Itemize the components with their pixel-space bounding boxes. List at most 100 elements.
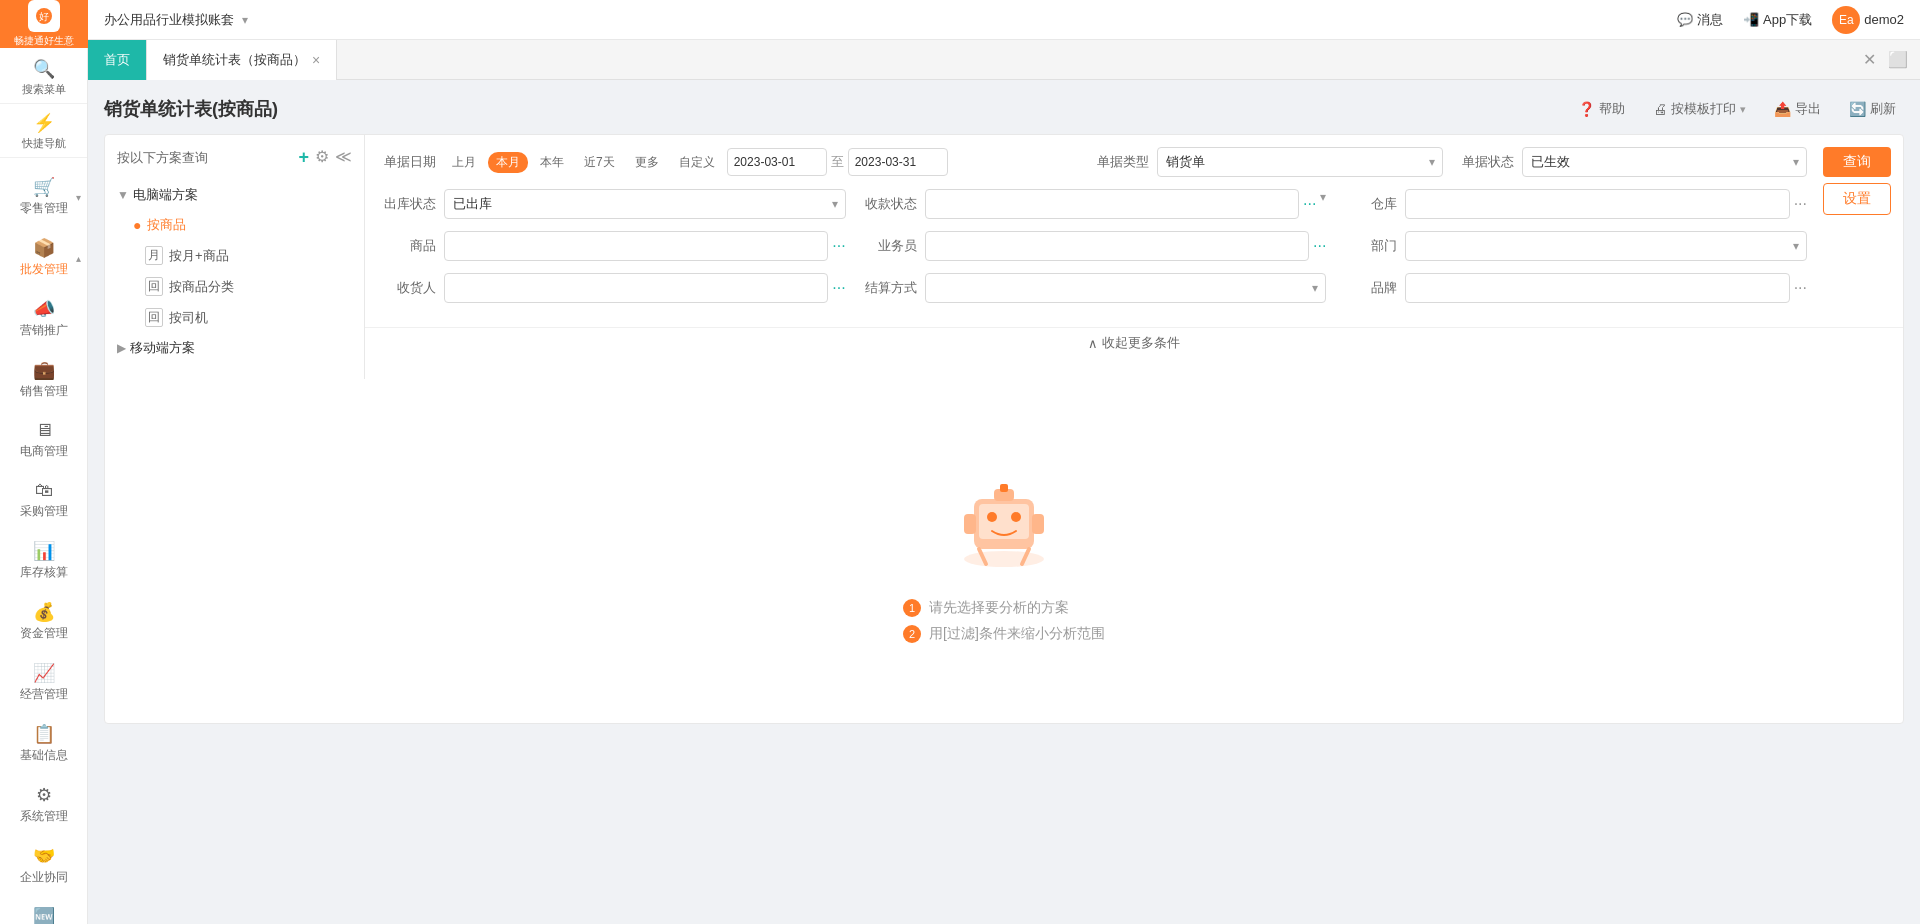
help-icon: ❓ <box>1578 101 1595 117</box>
message-label: 消息 <box>1697 11 1723 29</box>
sidebar-item-label: 零售管理 <box>20 200 68 217</box>
brand-more-icon[interactable]: ··· <box>1794 279 1807 297</box>
payment-label: 收款状态 <box>862 195 917 213</box>
topbar-arrow[interactable]: ▾ <box>242 13 248 27</box>
date-tab-this-month[interactable]: 本月 <box>488 152 528 173</box>
type-dropdown-wrapper: ▾ <box>1157 147 1443 177</box>
product-more-icon[interactable]: ··· <box>832 237 845 255</box>
app-download-btn[interactable]: 📲 App下载 <box>1743 11 1812 29</box>
sidebar-item-sales[interactable]: 💼 销售管理 <box>0 349 87 410</box>
sales-more-icon[interactable]: ··· <box>1313 237 1326 255</box>
date-tab-more[interactable]: 更多 <box>627 152 667 173</box>
message-btn[interactable]: 💬 消息 <box>1677 11 1723 29</box>
mobile-group-header[interactable]: ▶ 移动端方案 <box>105 333 364 363</box>
brand-input[interactable] <box>1405 273 1789 303</box>
type-dropdown[interactable] <box>1157 147 1443 177</box>
collapse-sidebar-btn[interactable]: ≪ <box>335 147 352 168</box>
action-buttons: 查询 设置 <box>1823 135 1903 327</box>
desktop-group-label: 电脑端方案 <box>133 186 198 204</box>
app-name: 畅捷通好生意 <box>14 34 74 48</box>
payment-method-dropdown[interactable] <box>925 273 1327 303</box>
date-tab-7days[interactable]: 近7天 <box>576 152 623 173</box>
tab-home[interactable]: 首页 <box>88 40 147 80</box>
refresh-btn[interactable]: 🔄 刷新 <box>1841 96 1904 122</box>
sidebar-quick-nav[interactable]: ⚡ 快捷导航 <box>0 104 87 158</box>
receiver-more-icon[interactable]: ··· <box>832 279 845 297</box>
brand-label: 品牌 <box>1342 279 1397 297</box>
tab-close-btn[interactable]: × <box>312 53 320 67</box>
svg-rect-10 <box>1032 514 1044 534</box>
tip-num-2: 2 <box>903 625 921 643</box>
tab-sales-stats[interactable]: 销货单统计表（按商品） × <box>147 40 337 80</box>
sidebar-item-corp[interactable]: 🤝 企业协同 <box>0 835 87 896</box>
date-tab-this-year[interactable]: 本年 <box>532 152 572 173</box>
filter-subitem-by-machine[interactable]: 回 按司机 <box>105 302 364 333</box>
status-dropdown[interactable] <box>1522 147 1808 177</box>
help-btn[interactable]: ❓ 帮助 <box>1570 96 1633 122</box>
mobile-group-label: 移动端方案 <box>130 339 195 357</box>
sidebar-item-basic[interactable]: 📋 基础信息 <box>0 713 87 774</box>
sidebar-search[interactable]: 🔍 搜索菜单 <box>0 48 87 104</box>
date-from-input[interactable] <box>727 148 827 176</box>
user-avatar: Ea <box>1832 6 1860 34</box>
sidebar-item-inventory[interactable]: 📊 库存核算 <box>0 530 87 591</box>
export-btn[interactable]: 📤 导出 <box>1766 96 1829 122</box>
template-print-btn[interactable]: 🖨 按模板打印 ▾ <box>1645 96 1754 122</box>
app-download-label: App下载 <box>1763 11 1812 29</box>
filter-row-1: 单据日期 上月 本月 本年 近7天 更多 自定义 <box>381 147 1807 177</box>
sidebar-item-label: 企业协同 <box>20 869 68 886</box>
desktop-group-header[interactable]: ▼ 电脑端方案 <box>105 180 364 210</box>
sidebar-item-finance[interactable]: 💰 资金管理 <box>0 591 87 652</box>
sidebar-item-marketing[interactable]: 📣 营销推广 <box>0 288 87 349</box>
item-circle-icon: ● <box>133 217 141 233</box>
topbar-title: 办公用品行业模拟账套 <box>104 11 234 29</box>
sidebar-item-guide[interactable]: 🆕 新手引导 <box>0 896 87 924</box>
collapse-bar[interactable]: ∧ 收起更多条件 <box>365 327 1903 358</box>
month-icon: 月 <box>145 246 163 265</box>
date-range-picker: 上月 本月 本年 近7天 更多 自定义 至 <box>444 148 1078 176</box>
add-scheme-btn[interactable]: + <box>298 147 309 168</box>
svg-point-5 <box>987 512 997 522</box>
panel-body: 按以下方案查询 + ⚙ ≪ ▼ 电脑端方案 <box>105 135 1903 379</box>
dept-dropdown[interactable] <box>1405 231 1807 261</box>
sidebar-item-operation[interactable]: 📈 经营管理 <box>0 652 87 713</box>
sidebar-item-system[interactable]: ⚙ 系统管理 <box>0 774 87 835</box>
date-tab-last-month[interactable]: 上月 <box>444 152 484 173</box>
warehouse-more-icon[interactable]: ··· <box>1794 195 1807 213</box>
tabs-bar: 首页 销货单统计表（按商品） × ✕ ⬜ <box>88 40 1920 80</box>
avatar-initials: Ea <box>1839 13 1854 27</box>
tip-text-2: 用[过滤]条件来缩小分析范围 <box>929 625 1105 643</box>
filter-form-row-wrapper: 单据日期 上月 本月 本年 近7天 更多 自定义 <box>365 135 1903 327</box>
product-input[interactable] <box>444 231 828 261</box>
sidebar-item-purchase[interactable]: 🛍 采购管理 <box>0 470 87 530</box>
settings-button[interactable]: 设置 <box>1823 183 1891 215</box>
date-tab-custom[interactable]: 自定义 <box>671 152 723 173</box>
export-label: 导出 <box>1795 100 1821 118</box>
arrow-icon: ▾ <box>76 191 81 202</box>
date-to-input[interactable] <box>848 148 948 176</box>
tab-close-window-icon[interactable]: ✕ <box>1859 46 1880 73</box>
tab-maximize-icon[interactable]: ⬜ <box>1884 46 1912 73</box>
filter-item-by-product[interactable]: ● 按商品 <box>105 210 364 240</box>
filter-subitem-by-month-product[interactable]: 月 按月+商品 <box>105 240 364 271</box>
user-menu[interactable]: Ea demo2 <box>1832 6 1904 34</box>
outbound-dropdown[interactable] <box>444 189 846 219</box>
query-button[interactable]: 查询 <box>1823 147 1891 177</box>
filter-subitem-by-category[interactable]: 回 按商品分类 <box>105 271 364 302</box>
logo-icon: 好 <box>28 0 60 32</box>
finance-icon: 💰 <box>33 601 55 623</box>
sidebar: 好 畅捷通好生意 🔍 搜索菜单 ⚡ 快捷导航 🛒 零售管理 ▾ 📦 批发管理 ▴… <box>0 0 88 924</box>
warehouse-input[interactable] <box>1405 189 1789 219</box>
warehouse-label: 仓库 <box>1342 195 1397 213</box>
sidebar-item-wholesale[interactable]: 📦 批发管理 ▴ <box>0 227 87 288</box>
edit-scheme-btn[interactable]: ⚙ <box>315 147 329 168</box>
receiver-input[interactable] <box>444 273 828 303</box>
export-icon: 📤 <box>1774 101 1791 117</box>
sales-input[interactable] <box>925 231 1309 261</box>
filter-tree-desktop-group: ▼ 电脑端方案 ● 按商品 月 按月+商品 <box>105 180 364 333</box>
product-input-wrapper: ··· <box>444 231 846 261</box>
sidebar-item-retail[interactable]: 🛒 零售管理 ▾ <box>0 166 87 227</box>
sidebar-item-ecommerce[interactable]: 🖥 电商管理 <box>0 410 87 470</box>
payment-more-icon[interactable]: ··· <box>1303 195 1316 213</box>
payment-input[interactable] <box>925 189 1299 219</box>
